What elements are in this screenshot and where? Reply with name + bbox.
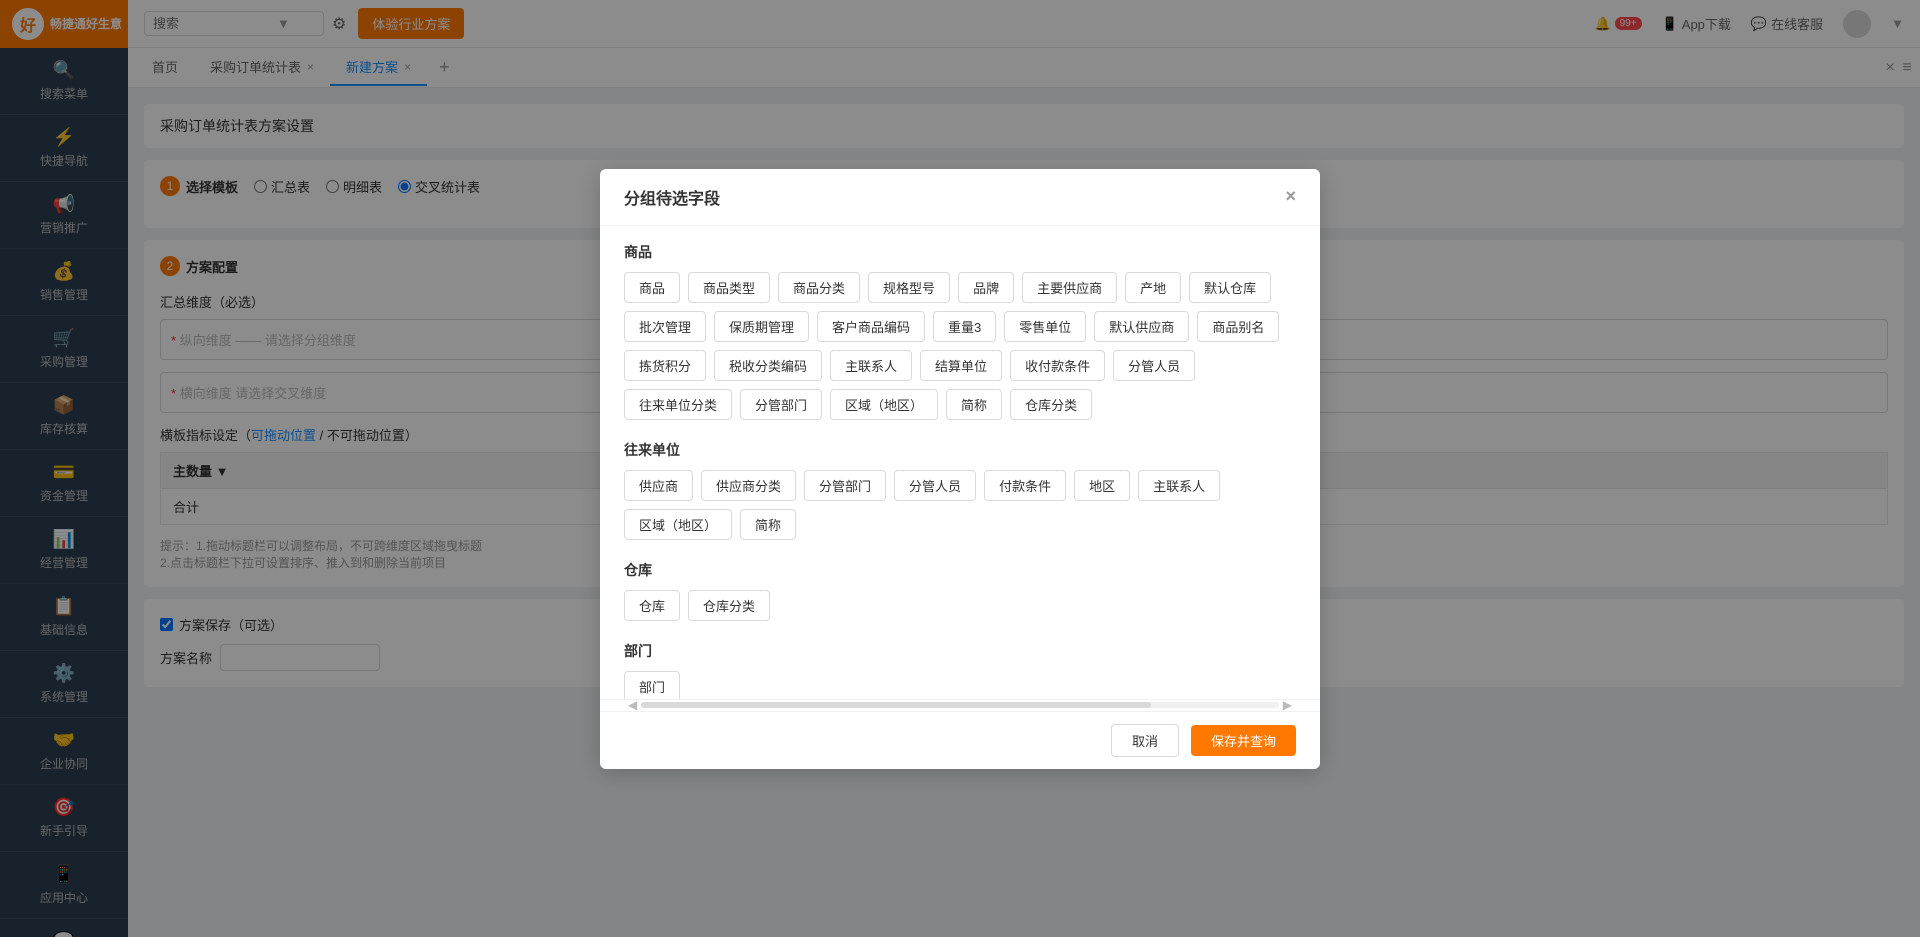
field-customer-code[interactable]: 客户商品编码 bbox=[817, 311, 925, 342]
section-partner-title: 往来单位 bbox=[624, 440, 1296, 460]
field-supplier-category[interactable]: 供应商分类 bbox=[701, 470, 796, 501]
modal-overlay: 分组待选字段 × 商品 商品 商品类型 商品分类 规格型号 品牌 主要供应商 产… bbox=[0, 0, 1920, 937]
field-pick-points[interactable]: 拣货积分 bbox=[624, 350, 706, 381]
field-origin[interactable]: 产地 bbox=[1125, 272, 1181, 303]
field-short-name-goods[interactable]: 简称 bbox=[946, 389, 1002, 420]
section-warehouse-title: 仓库 bbox=[624, 560, 1296, 580]
field-goods[interactable]: 商品 bbox=[624, 272, 680, 303]
field-staff-partner[interactable]: 分管人员 bbox=[894, 470, 976, 501]
field-goods-type[interactable]: 商品类型 bbox=[688, 272, 770, 303]
field-default-supplier[interactable]: 默认供应商 bbox=[1094, 311, 1189, 342]
field-region-partner[interactable]: 区域（地区） bbox=[624, 509, 732, 540]
field-area[interactable]: 地区 bbox=[1074, 470, 1130, 501]
field-payment-condition[interactable]: 付款条件 bbox=[984, 470, 1066, 501]
field-shelf-life[interactable]: 保质期管理 bbox=[714, 311, 809, 342]
field-main-contact-partner[interactable]: 主联系人 bbox=[1138, 470, 1220, 501]
field-payment-terms[interactable]: 收付款条件 bbox=[1010, 350, 1105, 381]
field-region-goods[interactable]: 区域（地区） bbox=[830, 389, 938, 420]
field-dept-partner[interactable]: 分管部门 bbox=[804, 470, 886, 501]
field-warehouse-cat[interactable]: 仓库分类 bbox=[688, 590, 770, 621]
field-short-name-partner[interactable]: 简称 bbox=[740, 509, 796, 540]
modal-header: 分组待选字段 × bbox=[600, 169, 1320, 226]
modal-close-button[interactable]: × bbox=[1285, 186, 1296, 207]
field-main-supplier[interactable]: 主要供应商 bbox=[1022, 272, 1117, 303]
modal-footer-buttons: 取消 保存并查询 bbox=[624, 724, 1296, 757]
section-warehouse: 仓库 仓库 仓库分类 bbox=[624, 560, 1296, 621]
modal-title: 分组待选字段 bbox=[624, 185, 720, 209]
field-partner-category[interactable]: 往来单位分类 bbox=[624, 389, 732, 420]
section-partner: 往来单位 供应商 供应商分类 分管部门 分管人员 付款条件 地区 主联系人 区域… bbox=[624, 440, 1296, 540]
field-brand[interactable]: 品牌 bbox=[958, 272, 1014, 303]
field-settlement-unit[interactable]: 结算单位 bbox=[920, 350, 1002, 381]
section-goods-fields: 商品 商品类型 商品分类 规格型号 品牌 主要供应商 产地 默认仓库 批次管理 … bbox=[624, 272, 1296, 420]
section-warehouse-fields: 仓库 仓库分类 bbox=[624, 590, 1296, 621]
field-default-warehouse[interactable]: 默认仓库 bbox=[1189, 272, 1271, 303]
field-weight3[interactable]: 重量3 bbox=[933, 311, 996, 342]
field-dept[interactable]: 部门 bbox=[624, 671, 680, 699]
section-goods-title: 商品 bbox=[624, 242, 1296, 262]
section-partner-fields: 供应商 供应商分类 分管部门 分管人员 付款条件 地区 主联系人 区域（地区） … bbox=[624, 470, 1296, 540]
field-warehouse-category[interactable]: 仓库分类 bbox=[1010, 389, 1092, 420]
modal-horizontal-scrollbar[interactable]: ◀ ▶ bbox=[600, 699, 1320, 711]
field-spec-model[interactable]: 规格型号 bbox=[868, 272, 950, 303]
field-retail-unit[interactable]: 零售单位 bbox=[1004, 311, 1086, 342]
modal-footer: 取消 保存并查询 bbox=[600, 711, 1320, 769]
field-batch-mgmt[interactable]: 批次管理 bbox=[624, 311, 706, 342]
field-goods-alias[interactable]: 商品别名 bbox=[1197, 311, 1279, 342]
field-goods-category[interactable]: 商品分类 bbox=[778, 272, 860, 303]
field-main-contact[interactable]: 主联系人 bbox=[830, 350, 912, 381]
cancel-button[interactable]: 取消 bbox=[1111, 724, 1179, 757]
field-supervisor[interactable]: 分管人员 bbox=[1113, 350, 1195, 381]
modal-body[interactable]: 商品 商品 商品类型 商品分类 规格型号 品牌 主要供应商 产地 默认仓库 批次… bbox=[600, 226, 1320, 699]
field-supplier[interactable]: 供应商 bbox=[624, 470, 693, 501]
confirm-button[interactable]: 保存并查询 bbox=[1191, 725, 1296, 756]
field-select-modal: 分组待选字段 × 商品 商品 商品类型 商品分类 规格型号 品牌 主要供应商 产… bbox=[600, 169, 1320, 769]
field-dept-manage[interactable]: 分管部门 bbox=[740, 389, 822, 420]
scrollbar-thumb bbox=[641, 702, 1151, 708]
section-dept-fields: 部门 bbox=[624, 671, 1296, 699]
field-warehouse[interactable]: 仓库 bbox=[624, 590, 680, 621]
section-dept: 部门 部门 bbox=[624, 641, 1296, 699]
scrollbar-track bbox=[641, 702, 1279, 708]
section-goods: 商品 商品 商品类型 商品分类 规格型号 品牌 主要供应商 产地 默认仓库 批次… bbox=[624, 242, 1296, 420]
section-dept-title: 部门 bbox=[624, 641, 1296, 661]
field-tax-code[interactable]: 税收分类编码 bbox=[714, 350, 822, 381]
